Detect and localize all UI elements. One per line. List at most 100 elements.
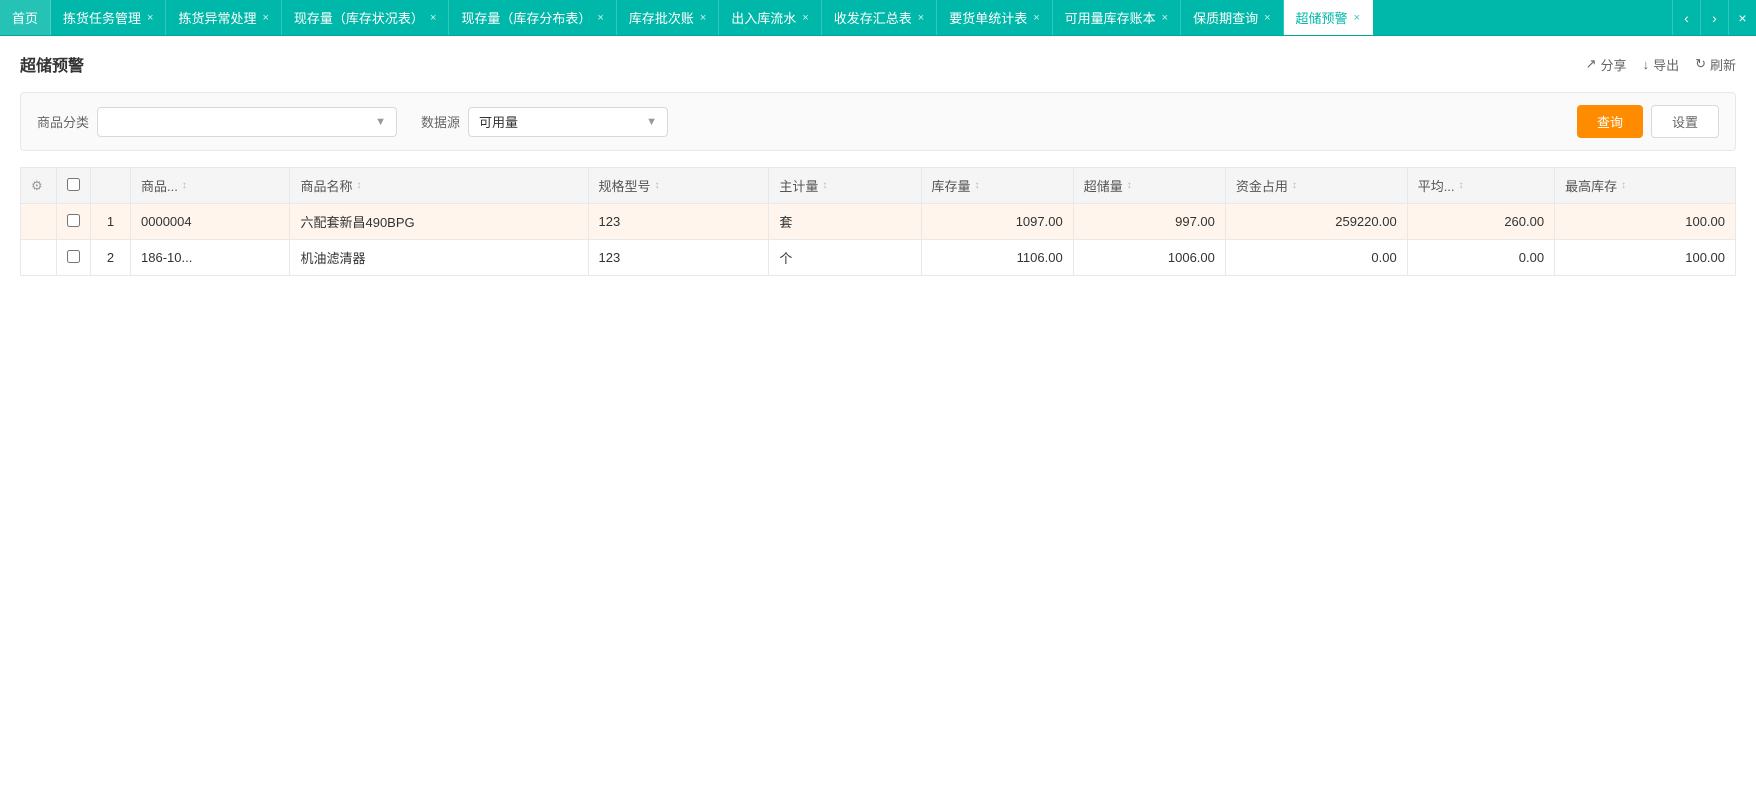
row-max-stock-1: 100.00 bbox=[1555, 240, 1736, 276]
sort-icon-unit: ↕ bbox=[822, 180, 827, 191]
datasource-value: 可用量 bbox=[479, 112, 518, 131]
export-button[interactable]: ↓ 导出 bbox=[1643, 55, 1680, 74]
table-header-row: ⚙ 商品... ↕ 商品名称 ↕ bbox=[21, 168, 1736, 204]
row-avg-0: 260.00 bbox=[1407, 204, 1554, 240]
nav-close-icon-11[interactable]: × bbox=[1354, 12, 1360, 24]
nav-arrow-right[interactable]: › bbox=[1700, 0, 1728, 35]
nav-item-10[interactable]: 保质期查询 × bbox=[1181, 0, 1283, 35]
row-checkbox-1[interactable] bbox=[67, 250, 80, 263]
header-actions: ↗ 分享 ↓ 导出 ↻ 刷新 bbox=[1586, 55, 1736, 74]
th-product-name[interactable]: 商品名称 ↕ bbox=[290, 168, 588, 204]
data-table: ⚙ 商品... ↕ 商品名称 ↕ bbox=[20, 167, 1736, 276]
sort-icon-product-name: ↕ bbox=[357, 180, 362, 191]
th-max-stock-label: 最高库存 bbox=[1565, 176, 1617, 195]
th-product-code-label: 商品... bbox=[141, 176, 178, 195]
sort-icon-max-stock: ↕ bbox=[1621, 180, 1626, 191]
datasource-label: 数据源 bbox=[421, 112, 460, 131]
nav-item-0[interactable]: 首页 bbox=[0, 0, 51, 35]
th-capital-label: 资金占用 bbox=[1236, 176, 1288, 195]
category-select[interactable]: ▼ bbox=[97, 107, 397, 137]
refresh-button[interactable]: ↻ 刷新 bbox=[1695, 55, 1736, 74]
th-avg[interactable]: 平均... ↕ bbox=[1407, 168, 1554, 204]
row-over-stock-1: 1006.00 bbox=[1073, 240, 1225, 276]
th-product-code[interactable]: 商品... ↕ bbox=[131, 168, 290, 204]
th-max-stock[interactable]: 最高库存 ↕ bbox=[1555, 168, 1736, 204]
th-over-stock-label: 超储量 bbox=[1084, 176, 1123, 195]
datasource-arrow-icon: ▼ bbox=[646, 116, 657, 128]
filter-actions: 查询 设置 bbox=[1577, 105, 1719, 138]
nav-item-5[interactable]: 库存批次账 × bbox=[617, 0, 719, 35]
nav-item-4[interactable]: 现存量（库存分布表） × bbox=[449, 0, 616, 35]
datasource-select[interactable]: 可用量 ▼ bbox=[468, 107, 668, 137]
nav-close-icon-8[interactable]: × bbox=[1033, 12, 1039, 24]
nav-close-icon-1[interactable]: × bbox=[147, 12, 153, 24]
top-nav: 首页拣货任务管理 ×拣货异常处理 ×现存量（库存状况表） ×现存量（库存分布表）… bbox=[0, 0, 1756, 36]
nav-arrow-close[interactable]: × bbox=[1728, 0, 1756, 35]
nav-close-icon-9[interactable]: × bbox=[1162, 12, 1168, 24]
sort-icon-capital: ↕ bbox=[1292, 180, 1297, 191]
row-settings-0 bbox=[21, 204, 57, 240]
row-product-name-0: 六配套新昌490BPG bbox=[290, 204, 588, 240]
row-checkbox-cell-1 bbox=[57, 240, 91, 276]
th-settings: ⚙ bbox=[21, 168, 57, 204]
nav-item-2[interactable]: 拣货异常处理 × bbox=[166, 0, 281, 35]
nav-arrows: ‹ › × bbox=[1672, 0, 1756, 35]
th-avg-label: 平均... bbox=[1418, 176, 1455, 195]
page-header: 超储预警 ↗ 分享 ↓ 导出 ↻ 刷新 bbox=[20, 52, 1736, 76]
query-button[interactable]: 查询 bbox=[1577, 105, 1643, 138]
sort-icon-product-code: ↕ bbox=[182, 180, 187, 191]
th-over-stock[interactable]: 超储量 ↕ bbox=[1073, 168, 1225, 204]
nav-item-7[interactable]: 收发存汇总表 × bbox=[822, 0, 937, 35]
share-button[interactable]: ↗ 分享 bbox=[1586, 55, 1627, 74]
row-over-stock-0: 997.00 bbox=[1073, 204, 1225, 240]
sort-icon-spec: ↕ bbox=[655, 180, 660, 191]
settings-gear-icon[interactable]: ⚙ bbox=[31, 178, 43, 193]
row-index-1: 2 bbox=[91, 240, 131, 276]
category-label: 商品分类 bbox=[37, 112, 89, 131]
nav-item-1[interactable]: 拣货任务管理 × bbox=[51, 0, 166, 35]
th-stock[interactable]: 库存量 ↕ bbox=[921, 168, 1073, 204]
nav-close-icon-2[interactable]: × bbox=[262, 12, 268, 24]
row-unit-1: 个 bbox=[769, 240, 921, 276]
nav-close-icon-6[interactable]: × bbox=[802, 12, 808, 24]
th-checkbox bbox=[57, 168, 91, 204]
sort-icon-over-stock: ↕ bbox=[1127, 180, 1132, 191]
nav-close-icon-7[interactable]: × bbox=[918, 12, 924, 24]
row-checkbox-0[interactable] bbox=[67, 214, 80, 227]
nav-close-icon-3[interactable]: × bbox=[430, 12, 436, 24]
nav-close-icon-5[interactable]: × bbox=[700, 12, 706, 24]
table-row: 1 0000004 六配套新昌490BPG 123 套 1097.00 997.… bbox=[21, 204, 1736, 240]
nav-item-6[interactable]: 出入库流水 × bbox=[719, 0, 821, 35]
th-unit[interactable]: 主计量 ↕ bbox=[769, 168, 921, 204]
nav-item-9[interactable]: 可用量库存账本 × bbox=[1053, 0, 1181, 35]
page-container: 超储预警 ↗ 分享 ↓ 导出 ↻ 刷新 商品分类 ▼ 数据源 bbox=[0, 36, 1756, 800]
row-stock-0: 1097.00 bbox=[921, 204, 1073, 240]
filter-category: 商品分类 ▼ bbox=[37, 107, 397, 137]
th-spec[interactable]: 规格型号 ↕ bbox=[588, 168, 769, 204]
share-icon: ↗ bbox=[1586, 56, 1597, 72]
page-title: 超储预警 bbox=[20, 52, 84, 76]
table-row: 2 186-10... 机油滤清器 123 个 1106.00 1006.00 … bbox=[21, 240, 1736, 276]
nav-arrow-left[interactable]: ‹ bbox=[1672, 0, 1700, 35]
sort-icon-avg: ↕ bbox=[1459, 180, 1464, 191]
category-arrow-icon: ▼ bbox=[375, 116, 386, 128]
row-spec-1: 123 bbox=[588, 240, 769, 276]
nav-close-icon-10[interactable]: × bbox=[1264, 12, 1270, 24]
row-product-code-1: 186-10... bbox=[131, 240, 290, 276]
share-label: 分享 bbox=[1601, 55, 1627, 74]
nav-item-11[interactable]: 超储预警 × bbox=[1284, 0, 1373, 35]
export-label: 导出 bbox=[1653, 55, 1679, 74]
nav-item-8[interactable]: 要货单统计表 × bbox=[937, 0, 1052, 35]
settings-button[interactable]: 设置 bbox=[1651, 105, 1719, 138]
sort-icon-stock: ↕ bbox=[975, 180, 980, 191]
select-all-checkbox[interactable] bbox=[67, 178, 80, 191]
row-unit-0: 套 bbox=[769, 204, 921, 240]
row-checkbox-cell-0 bbox=[57, 204, 91, 240]
nav-item-3[interactable]: 现存量（库存状况表） × bbox=[282, 0, 449, 35]
row-product-name-1: 机油滤清器 bbox=[290, 240, 588, 276]
nav-close-icon-4[interactable]: × bbox=[597, 12, 603, 24]
export-icon: ↓ bbox=[1643, 57, 1650, 72]
th-capital[interactable]: 资金占用 ↕ bbox=[1225, 168, 1407, 204]
th-product-name-label: 商品名称 bbox=[300, 176, 352, 195]
row-index-0: 1 bbox=[91, 204, 131, 240]
